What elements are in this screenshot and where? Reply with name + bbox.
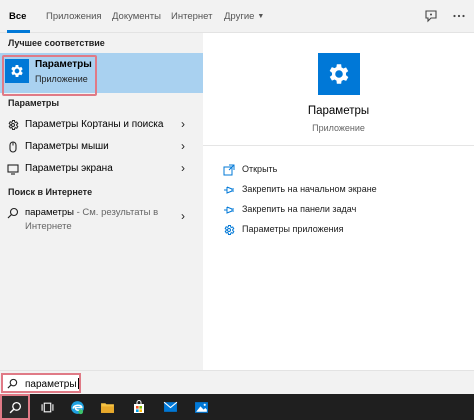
web-search-result[interactable]: параметры - См. результаты в Интернете ›	[0, 204, 203, 236]
chevron-right-icon[interactable]: ›	[181, 209, 185, 223]
mail-icon	[163, 401, 177, 412]
more-options-icon[interactable]	[452, 9, 466, 23]
settings-item-label: Параметры мыши	[25, 141, 109, 152]
settings-item-mouse[interactable]: Параметры мыши ›	[0, 136, 203, 158]
chevron-down-icon: ▼	[257, 13, 265, 20]
search-icon	[7, 378, 18, 389]
action-label: Закрепить на начальном экране	[242, 184, 377, 194]
mail-button[interactable]	[155, 394, 185, 420]
search-bar: параметры	[0, 370, 474, 394]
pin-icon	[224, 206, 234, 214]
best-match-heading: Лучшее соответствие	[8, 38, 105, 48]
action-label: Параметры приложения	[242, 224, 344, 234]
tab-all[interactable]: Все	[9, 11, 26, 22]
web-result-line: параметры - См. результаты в	[25, 207, 158, 218]
results-list: Лучшее соответствие Параметры Приложение…	[0, 33, 203, 370]
chevron-right-icon[interactable]: ›	[181, 139, 185, 153]
preview-pane: Параметры Приложение Открыть Закрепить н…	[203, 33, 474, 370]
search-query: параметры	[25, 379, 77, 390]
search-icon	[9, 401, 21, 413]
gear-icon	[5, 59, 29, 83]
chevron-right-icon[interactable]: ›	[181, 161, 185, 175]
task-view-button[interactable]	[32, 394, 62, 420]
web-search-heading: Поиск в Интернете	[8, 187, 93, 197]
mouse-icon	[9, 141, 17, 153]
settings-heading: Параметры	[8, 98, 60, 108]
file-explorer-button[interactable]	[92, 394, 122, 420]
taskbar	[0, 394, 474, 420]
photos-icon	[194, 401, 208, 413]
chevron-right-icon[interactable]: ›	[181, 117, 185, 131]
settings-item-label: Параметры Кортаны и поиска	[25, 119, 164, 130]
search-input-value: параметры	[25, 378, 79, 390]
search-scope-tabs: Все Приложения Документы Интернет Другие…	[0, 0, 474, 33]
edge-button[interactable]	[62, 394, 92, 420]
tab-other-label: Другие	[224, 11, 255, 22]
action-label: Закрепить на панели задач	[242, 204, 357, 214]
best-match-result[interactable]: Параметры Приложение	[0, 53, 203, 93]
gear-icon	[318, 53, 360, 95]
action-label: Открыть	[242, 164, 278, 174]
search-input[interactable]: параметры	[1, 373, 81, 393]
tab-documents[interactable]: Документы	[112, 11, 161, 22]
open-icon	[223, 164, 235, 176]
web-result-query: параметры	[25, 207, 74, 218]
store-button[interactable]	[124, 394, 154, 420]
web-result-suffix: - См. результаты в	[73, 207, 159, 218]
tab-other[interactable]: Другие ▼	[224, 11, 264, 22]
file-explorer-icon	[100, 402, 114, 413]
gear-icon	[224, 225, 235, 235]
settings-item-cortana[interactable]: Параметры Кортаны и поиска ›	[0, 114, 203, 136]
taskbar-search-button[interactable]	[0, 394, 30, 420]
preview-title: Параметры	[307, 105, 370, 117]
divider	[203, 145, 474, 146]
edge-icon	[70, 400, 84, 414]
settings-item-display[interactable]: Параметры экрана ›	[0, 158, 203, 180]
store-icon	[134, 400, 144, 413]
tab-internet[interactable]: Интернет	[171, 11, 212, 22]
search-icon	[7, 207, 19, 219]
photos-button[interactable]	[186, 394, 216, 420]
feedback-icon[interactable]	[424, 9, 438, 23]
best-match-subtitle: Приложение	[35, 74, 88, 84]
best-match-title: Параметры	[35, 59, 92, 70]
tab-apps[interactable]: Приложения	[46, 11, 102, 22]
pin-icon	[224, 186, 234, 194]
preview-subtitle: Приложение	[312, 123, 365, 133]
monitor-icon	[7, 164, 19, 175]
gear-icon	[8, 120, 19, 130]
text-caret	[77, 378, 79, 389]
web-result-line2: Интернете	[25, 221, 72, 232]
task-view-icon	[41, 402, 53, 412]
settings-item-label: Параметры экрана	[25, 163, 113, 174]
